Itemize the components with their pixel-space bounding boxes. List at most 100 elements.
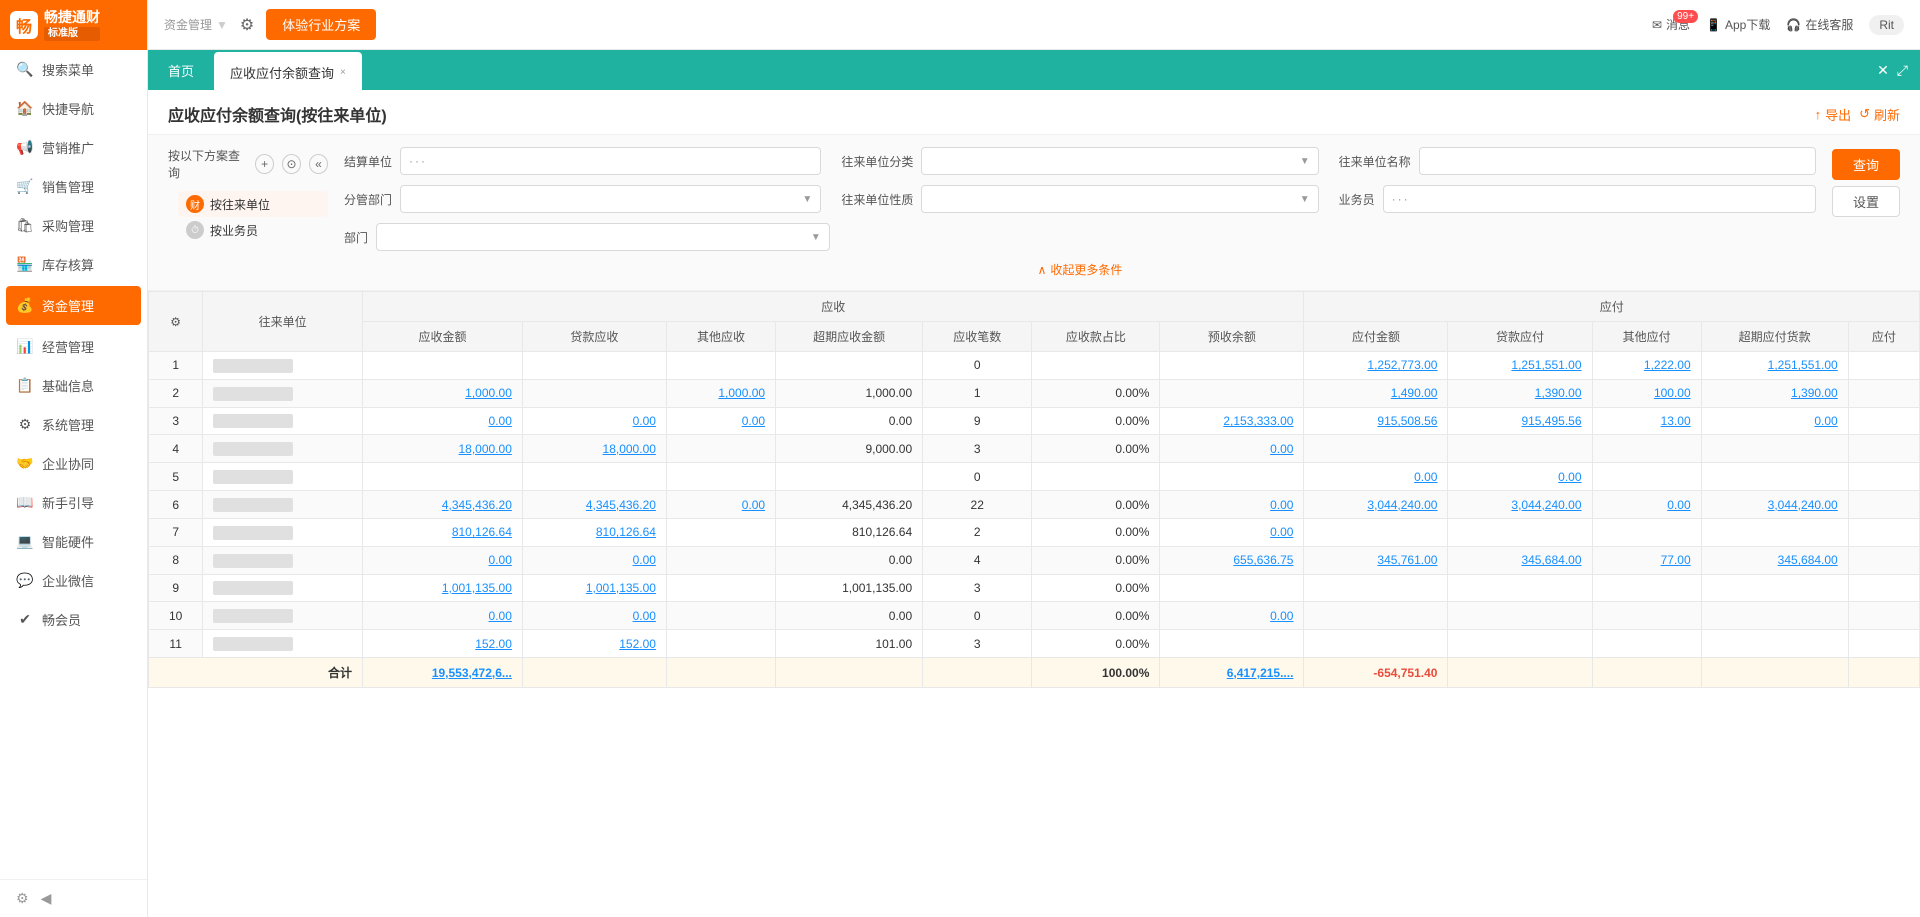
- tab-balance-label: 应收应付余额查询: [230, 63, 334, 82]
- partner-name-input[interactable]: [1419, 147, 1816, 175]
- partner-nature-input[interactable]: ▼: [921, 185, 1318, 213]
- col-partner: 往来单位: [203, 292, 363, 352]
- partner-cell: ██████: [203, 602, 363, 630]
- settings-button[interactable]: 设置: [1832, 186, 1900, 217]
- message-button[interactable]: ✉ 消息 99+: [1652, 16, 1690, 33]
- tab-home-label: 首页: [168, 61, 194, 80]
- chevron-down-icon-4: ▼: [811, 232, 821, 243]
- sidebar-item-quick[interactable]: 🏠 快捷导航: [0, 89, 147, 128]
- user-profile[interactable]: Rit: [1869, 15, 1904, 35]
- sidebar-item-inventory[interactable]: 🏪 库存核算: [0, 245, 147, 284]
- tab-window-close[interactable]: ✕: [1877, 62, 1889, 79]
- sales-icon: 🛒: [16, 178, 34, 195]
- scheme-item-partner[interactable]: 财 按往来单位: [178, 191, 328, 217]
- col-pay-other: 其他应付: [1592, 322, 1701, 352]
- tab-balance-query[interactable]: 应收应付余额查询 ×: [214, 52, 362, 92]
- sidebar-item-search[interactable]: 🔍 搜索菜单: [0, 50, 147, 89]
- username: Rit: [1879, 18, 1894, 32]
- finance-icon: 💰: [16, 297, 34, 314]
- sidebar-item-corp[interactable]: 🤝 企业协同: [0, 444, 147, 483]
- collapse-sidebar-icon[interactable]: ◀: [41, 890, 52, 907]
- sidebar-item-member[interactable]: ✔ 畅会员: [0, 600, 147, 639]
- col-pay-rest: 应付: [1848, 322, 1919, 352]
- collapse-button[interactable]: ∧ 收起更多条件: [344, 261, 1816, 278]
- sidebar-item-purchase[interactable]: 🛍 采购管理: [0, 206, 147, 245]
- settlement-unit-input[interactable]: ···: [400, 147, 821, 175]
- online-service-button[interactable]: 🎧 在线客服: [1786, 16, 1853, 33]
- department-input[interactable]: ▼: [400, 185, 821, 213]
- filter-row-3: 部门 ▼: [344, 223, 830, 251]
- total-rec-count: [923, 658, 1032, 688]
- total-rec-other: [666, 658, 775, 688]
- table-row: 9██████1,001,135.001,001,135.001,001,135…: [149, 574, 1920, 602]
- refresh-button[interactable]: ↺ 刷新: [1859, 105, 1900, 124]
- page: 应收应付余额查询(按往来单位) ↑ 导出 ↺ 刷新 按以下方案查询 +: [148, 90, 1920, 917]
- tab-close-icon[interactable]: ×: [340, 67, 346, 78]
- total-pay-amount: -654,751.40: [1304, 658, 1448, 688]
- basic-icon: 📋: [16, 377, 34, 394]
- filter-dept2: 部门 ▼: [344, 223, 830, 251]
- app-icon: 📱: [1706, 18, 1721, 32]
- wechat-icon: 💬: [16, 572, 34, 589]
- table-row: 1██████01,252,773.001,251,551.001,222.00…: [149, 352, 1920, 380]
- col-pay-loan: 贷款应付: [1448, 322, 1592, 352]
- topbar-gear-icon[interactable]: ⚙: [240, 15, 254, 35]
- filter-add-button[interactable]: +: [255, 154, 274, 174]
- logo-icon: 畅: [10, 11, 38, 39]
- inventory-icon: 🏪: [16, 256, 34, 273]
- sidebar-item-business[interactable]: 📊 经营管理: [0, 327, 147, 366]
- sidebar-item-marketing[interactable]: 📢 营销推广: [0, 128, 147, 167]
- filter-area: 按以下方案查询 + ⊙ « 财 按往来单位 ⏱ 按业务员: [148, 135, 1920, 291]
- partner-cell: ██████: [203, 518, 363, 546]
- partner-cell: ██████: [203, 574, 363, 602]
- query-button[interactable]: 查询: [1832, 149, 1900, 180]
- app-download-button[interactable]: 📱 App下载: [1706, 16, 1770, 33]
- dept2-input[interactable]: ▼: [376, 223, 830, 251]
- col-group-payable: 应付: [1304, 292, 1920, 322]
- sidebar-item-hardware[interactable]: 💻 智能硬件: [0, 522, 147, 561]
- partner-category-input[interactable]: ▼: [921, 147, 1318, 175]
- scheme-item-salesman[interactable]: ⏱ 按业务员: [178, 217, 328, 243]
- service-label: 在线客服: [1805, 16, 1853, 33]
- app-label: App下载: [1725, 16, 1770, 33]
- home-icon: 🏠: [16, 100, 34, 117]
- col-rec-count: 应收笔数: [923, 322, 1032, 352]
- filter-label: 按以下方案查询: [168, 147, 247, 181]
- col-pay-amount: 应付金额: [1304, 322, 1448, 352]
- hardware-icon: 💻: [16, 533, 34, 550]
- topbar: 资金管理 ▼ ⚙ 体验行业方案 ✉ 消息 99+ 📱 App下载 🎧 在线客服 …: [148, 0, 1920, 50]
- solution-button[interactable]: 体验行业方案: [266, 9, 376, 40]
- sidebar-item-sales[interactable]: 🛒 销售管理: [0, 167, 147, 206]
- service-icon: 🎧: [1786, 18, 1801, 32]
- collapse-icon: ∧: [1038, 263, 1047, 277]
- filter-header: 按以下方案查询 + ⊙ «: [168, 147, 328, 181]
- sidebar-item-basic[interactable]: 📋 基础信息: [0, 366, 147, 405]
- col-rec-amount: 应收金额: [363, 322, 523, 352]
- total-pay-rest: [1848, 658, 1919, 688]
- search-icon: 🔍: [16, 61, 34, 78]
- export-button[interactable]: ↑ 导出: [1815, 105, 1852, 124]
- salesman-input[interactable]: ···: [1383, 185, 1816, 213]
- business-icon: 📊: [16, 338, 34, 355]
- sidebar-item-wechat[interactable]: 💬 企业微信: [0, 561, 147, 600]
- marketing-icon: 📢: [16, 139, 34, 156]
- sidebar-item-finance[interactable]: 💰 资金管理: [6, 286, 141, 325]
- sidebar-item-guide[interactable]: 📖 新手引导: [0, 483, 147, 522]
- scheme-partner-icon: 财: [186, 195, 204, 213]
- filter-collapse-button[interactable]: «: [309, 154, 328, 174]
- tab-home[interactable]: 首页: [148, 50, 214, 90]
- total-pay-overdue: [1701, 658, 1848, 688]
- settings-bottom-icon[interactable]: ⚙: [16, 890, 29, 907]
- table-settings-icon[interactable]: ⚙: [149, 292, 203, 352]
- table-row: 4██████18,000.0018,000.009,000.0030.00%0…: [149, 435, 1920, 463]
- sidebar-item-system[interactable]: ⚙ 系统管理: [0, 405, 147, 444]
- total-rec-loan: [522, 658, 666, 688]
- refresh-icon: ↺: [1859, 106, 1870, 122]
- col-rec-ratio: 应收款占比: [1032, 322, 1160, 352]
- page-actions: ↑ 导出 ↺ 刷新: [1815, 105, 1900, 124]
- col-rec-overdue: 超期应收金额: [776, 322, 923, 352]
- filter-settings-button[interactable]: ⊙: [282, 154, 301, 174]
- table-row: 8██████0.000.000.0040.00%655,636.75345,7…: [149, 546, 1920, 574]
- tab-window-expand[interactable]: ⤢: [1897, 62, 1908, 79]
- table-row: 6██████4,345,436.204,345,436.200.004,345…: [149, 491, 1920, 519]
